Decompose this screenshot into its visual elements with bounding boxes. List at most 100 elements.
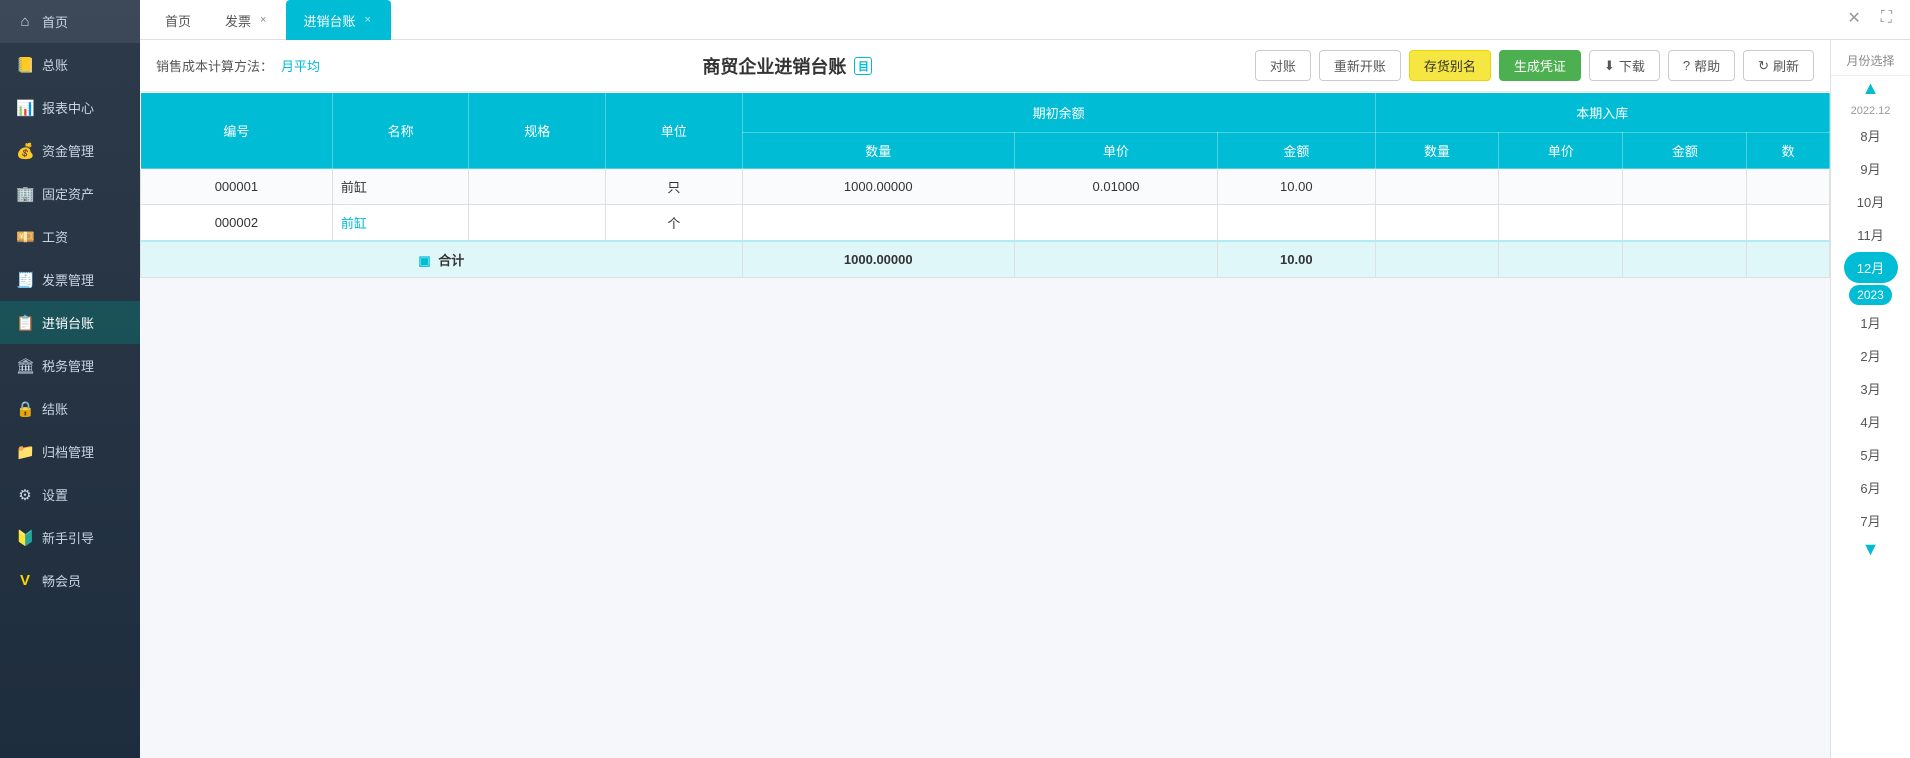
tax-icon: 🏛 bbox=[16, 357, 34, 375]
table-row: 000002 前缸 个 bbox=[141, 205, 1830, 242]
sidebar-item-label: 结账 bbox=[42, 399, 68, 418]
month-item-4[interactable]: 4月 bbox=[1844, 406, 1898, 437]
purchase-sales-icon: 📋 bbox=[16, 314, 34, 332]
total-label: ▣ 合计 bbox=[141, 241, 743, 278]
month-item-3[interactable]: 3月 bbox=[1844, 373, 1898, 404]
cost-method-label: 销售成本计算方法： bbox=[156, 56, 273, 75]
col-group-ruku: 本期入库 bbox=[1375, 93, 1829, 133]
sidebar-item-reports[interactable]: 📊 报表中心 bbox=[0, 86, 140, 129]
col-spec: 规格 bbox=[469, 93, 606, 169]
ledger-icon: 📒 bbox=[16, 56, 34, 74]
month-item-1[interactable]: 1月 bbox=[1844, 307, 1898, 338]
month-item-7[interactable]: 7月 bbox=[1844, 505, 1898, 536]
name-link[interactable]: 前缸 bbox=[341, 216, 367, 231]
total-qichu-qty: 1000.00000 bbox=[742, 241, 1014, 278]
col-qichu-price: 单价 bbox=[1014, 133, 1217, 169]
month-item-2[interactable]: 2月 bbox=[1844, 340, 1898, 371]
total-ruku-price bbox=[1499, 241, 1623, 278]
tab-purchase-sales[interactable]: 进销台账 × bbox=[286, 0, 390, 40]
col-ruku-amount: 金额 bbox=[1623, 133, 1747, 169]
download-icon: ⬇ bbox=[1604, 58, 1615, 74]
cell-ruku-price bbox=[1499, 205, 1623, 242]
settings-icon: ⚙ bbox=[16, 486, 34, 504]
month-item-10[interactable]: 10月 bbox=[1844, 186, 1898, 217]
help-icon: ? bbox=[1683, 58, 1690, 73]
month-item-8[interactable]: 8月 bbox=[1844, 120, 1898, 151]
main-area: ✕ ⛶ 首页 发票 × 进销台账 × 销售成本计算方法： 月平均 商贸企业进销 bbox=[140, 0, 1910, 758]
sidebar-item-archive[interactable]: 📁 归档管理 bbox=[0, 430, 140, 473]
sidebar-item-funds[interactable]: 💰 资金管理 bbox=[0, 129, 140, 172]
sidebar-item-purchase-sales[interactable]: 📋 进销台账 bbox=[0, 301, 140, 344]
sidebar-item-label: 资金管理 bbox=[42, 141, 94, 160]
sidebar-item-label: 工资 bbox=[42, 227, 68, 246]
sidebar-item-payroll[interactable]: 💴 工资 bbox=[0, 215, 140, 258]
tab-invoice-close[interactable]: × bbox=[257, 13, 269, 27]
sidebar-item-guide[interactable]: 🔰 新手引导 bbox=[0, 516, 140, 559]
year-tag-2023: 2023 bbox=[1849, 285, 1892, 305]
sidebar-item-invoice-mgmt[interactable]: 🧾 发票管理 bbox=[0, 258, 140, 301]
info-icon[interactable]: 目 bbox=[854, 57, 872, 75]
col-name: 名称 bbox=[332, 93, 469, 169]
download-button[interactable]: ⬇ 下载 bbox=[1589, 50, 1660, 81]
cell-qichu-amount: 10.00 bbox=[1218, 169, 1375, 205]
reopen-button[interactable]: 重新开账 bbox=[1319, 50, 1401, 81]
cell-spec bbox=[469, 169, 606, 205]
total-text: 合计 bbox=[438, 253, 464, 268]
scroll-down-button[interactable]: ▼ bbox=[1831, 537, 1910, 562]
save-alias-button[interactable]: 存货别名 bbox=[1409, 50, 1491, 81]
main-panel: 销售成本计算方法： 月平均 商贸企业进销台账 目 对账 重新开账 存货别名 生成… bbox=[140, 40, 1830, 758]
reconcile-button[interactable]: 对账 bbox=[1255, 50, 1311, 81]
sidebar-item-label: 发票管理 bbox=[42, 270, 94, 289]
table-body: 000001 前缸 只 1000.00000 0.01000 10.00 bbox=[141, 169, 1830, 278]
generate-button[interactable]: 生成凭证 bbox=[1499, 50, 1581, 81]
toolbar-center: 商贸企业进销台账 目 bbox=[702, 53, 872, 79]
month-item-11[interactable]: 11月 bbox=[1844, 219, 1898, 250]
tab-home-label: 首页 bbox=[165, 11, 191, 30]
tab-home[interactable]: 首页 bbox=[148, 0, 208, 40]
col-ruku-extra: 数 bbox=[1747, 133, 1830, 169]
sidebar-item-assets[interactable]: 🏢 固定资产 bbox=[0, 172, 140, 215]
cell-qichu-qty bbox=[742, 205, 1014, 242]
sidebar-item-label: 归档管理 bbox=[42, 442, 94, 461]
cell-ruku-qty bbox=[1375, 205, 1499, 242]
maximize-button[interactable]: ⛶ bbox=[1875, 7, 1898, 29]
sidebar-item-vip[interactable]: V 畅会员 bbox=[0, 559, 140, 602]
sidebar-item-tax[interactable]: 🏛 税务管理 bbox=[0, 344, 140, 387]
col-ruku-qty: 数量 bbox=[1375, 133, 1499, 169]
close-button[interactable]: ✕ bbox=[1841, 6, 1866, 30]
cell-qichu-price bbox=[1014, 205, 1217, 242]
cell-spec bbox=[469, 205, 606, 242]
total-ruku-qty bbox=[1375, 241, 1499, 278]
refresh-label: 刷新 bbox=[1773, 56, 1799, 75]
sidebar-item-closing[interactable]: 🔒 结账 bbox=[0, 387, 140, 430]
cell-number: 000001 bbox=[141, 169, 333, 205]
cell-number: 000002 bbox=[141, 205, 333, 242]
cell-name: 前缸 bbox=[332, 169, 469, 205]
month-item-6[interactable]: 6月 bbox=[1844, 472, 1898, 503]
refresh-button[interactable]: ↻ 刷新 bbox=[1743, 50, 1814, 81]
table-row: 000001 前缸 只 1000.00000 0.01000 10.00 bbox=[141, 169, 1830, 205]
vip-icon: V bbox=[16, 572, 34, 589]
month-item-5[interactable]: 5月 bbox=[1844, 439, 1898, 470]
refresh-icon: ↻ bbox=[1758, 58, 1769, 74]
cell-ruku-qty bbox=[1375, 169, 1499, 205]
invoice-mgmt-icon: 🧾 bbox=[16, 271, 34, 289]
sidebar-item-settings[interactable]: ⚙ 设置 bbox=[0, 473, 140, 516]
month-item-12[interactable]: 12月 bbox=[1844, 252, 1898, 283]
scroll-up-button[interactable]: ▲ bbox=[1831, 76, 1910, 101]
sidebar-item-ledger[interactable]: 📒 总账 bbox=[0, 43, 140, 86]
col-ruku-price: 单价 bbox=[1499, 133, 1623, 169]
tab-invoice[interactable]: 发票 × bbox=[208, 0, 286, 40]
sidebar-item-label: 设置 bbox=[42, 485, 68, 504]
help-button[interactable]: ? 帮助 bbox=[1668, 50, 1735, 81]
sidebar: ⌂ 首页 📒 总账 📊 报表中心 💰 资金管理 🏢 固定资产 💴 工资 🧾 发票… bbox=[0, 0, 140, 758]
col-unit: 单位 bbox=[606, 93, 743, 169]
month-panel-title: 月份选择 bbox=[1831, 48, 1910, 76]
month-item-9[interactable]: 9月 bbox=[1844, 153, 1898, 184]
sidebar-item-label: 总账 bbox=[42, 55, 68, 74]
sidebar-item-home[interactable]: ⌂ 首页 bbox=[0, 0, 140, 43]
tab-purchase-sales-close[interactable]: × bbox=[361, 13, 373, 27]
col-number: 编号 bbox=[141, 93, 333, 169]
sidebar-item-label: 进销台账 bbox=[42, 313, 94, 332]
cell-ruku-amount bbox=[1623, 205, 1747, 242]
